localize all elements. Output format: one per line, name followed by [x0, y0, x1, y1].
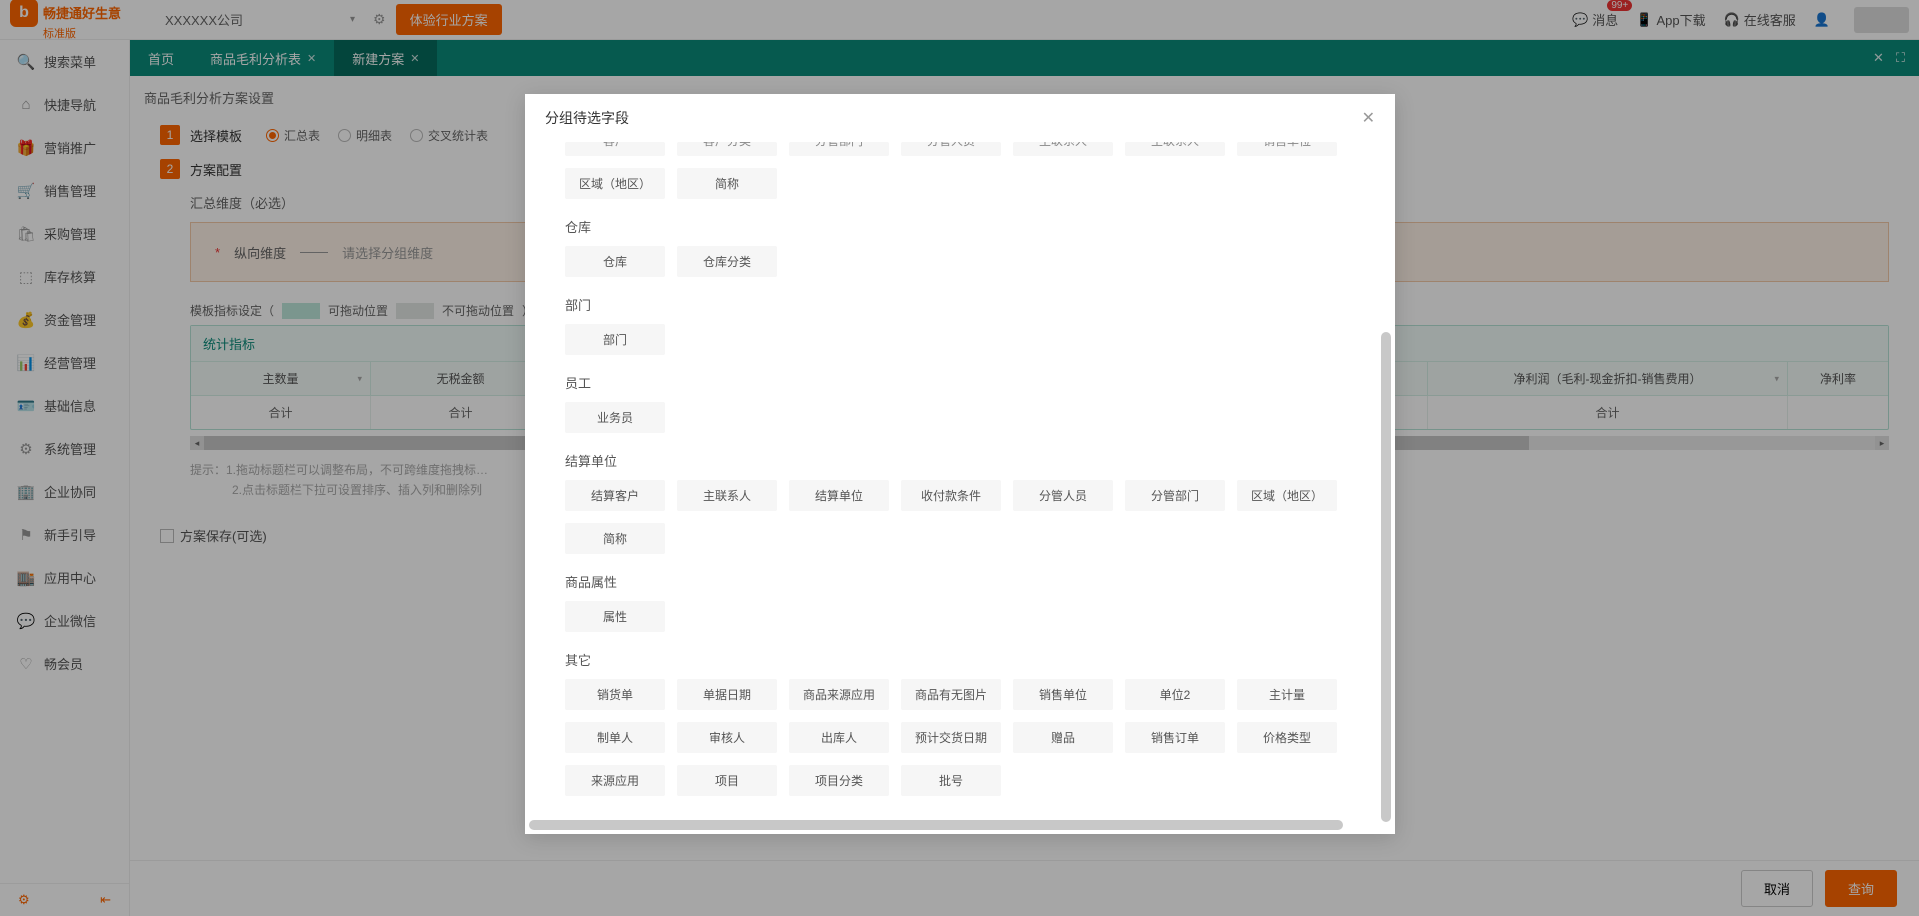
field-chip[interactable]: 部门 — [565, 324, 665, 355]
chip-row: 简称 — [565, 523, 1355, 554]
field-chip[interactable]: 销售单位 — [1237, 142, 1337, 156]
scrollbar-thumb[interactable] — [529, 820, 1343, 830]
group-field-modal: 分组待选字段 ✕ 客户 客户分类 分管部门 分管人员 主联系人 主联系人 销售单… — [525, 94, 1395, 834]
field-chip[interactable]: 简称 — [565, 523, 665, 554]
field-chip[interactable]: 出库人 — [789, 722, 889, 753]
field-chip[interactable]: 商品有无图片 — [901, 679, 1001, 710]
group-title: 部门 — [565, 295, 1355, 314]
chip-row: 属性 — [565, 601, 1355, 632]
field-chip[interactable]: 分管人员 — [901, 142, 1001, 156]
chip-row: 区域（地区） 简称 — [565, 168, 1355, 199]
field-chip[interactable]: 分管部门 — [789, 142, 889, 156]
group-title: 员工 — [565, 373, 1355, 392]
modal-h-scrollbar[interactable] — [529, 820, 1377, 830]
field-chip[interactable]: 主联系人 — [1125, 142, 1225, 156]
field-chip[interactable]: 商品来源应用 — [789, 679, 889, 710]
field-chip[interactable]: 主联系人 — [677, 480, 777, 511]
close-icon[interactable]: ✕ — [1362, 108, 1375, 128]
chip-row: 制单人 审核人 出库人 预计交货日期 赠品 销售订单 价格类型 — [565, 722, 1355, 753]
field-chip[interactable]: 项目 — [677, 765, 777, 796]
field-chip[interactable]: 单据日期 — [677, 679, 777, 710]
field-chip[interactable]: 制单人 — [565, 722, 665, 753]
group-title: 仓库 — [565, 217, 1355, 236]
field-chip[interactable]: 区域（地区） — [1237, 480, 1337, 511]
field-chip[interactable]: 业务员 — [565, 402, 665, 433]
group-title: 其它 — [565, 650, 1355, 669]
group-title: 商品属性 — [565, 572, 1355, 591]
field-chip[interactable]: 审核人 — [677, 722, 777, 753]
field-chip[interactable]: 分管部门 — [1125, 480, 1225, 511]
field-chip[interactable]: 属性 — [565, 601, 665, 632]
field-chip[interactable]: 项目分类 — [789, 765, 889, 796]
field-chip[interactable]: 简称 — [677, 168, 777, 199]
field-chip[interactable]: 销售单位 — [1013, 679, 1113, 710]
field-chip[interactable]: 结算客户 — [565, 480, 665, 511]
chip-row: 销货单 单据日期 商品来源应用 商品有无图片 销售单位 单位2 主计量 — [565, 679, 1355, 710]
field-chip[interactable]: 仓库分类 — [677, 246, 777, 277]
field-chip[interactable]: 仓库 — [565, 246, 665, 277]
field-chip[interactable]: 销货单 — [565, 679, 665, 710]
field-chip[interactable]: 收付款条件 — [901, 480, 1001, 511]
modal-title: 分组待选字段 — [545, 108, 629, 128]
field-chip[interactable]: 赠品 — [1013, 722, 1113, 753]
field-chip[interactable]: 结算单位 — [789, 480, 889, 511]
field-chip[interactable]: 客户 — [565, 142, 665, 156]
field-chip[interactable]: 销售订单 — [1125, 722, 1225, 753]
field-chip[interactable]: 区域（地区） — [565, 168, 665, 199]
group-title: 结算单位 — [565, 451, 1355, 470]
chip-row: 仓库 仓库分类 — [565, 246, 1355, 277]
chip-row: 业务员 — [565, 402, 1355, 433]
field-chip[interactable]: 预计交货日期 — [901, 722, 1001, 753]
chip-row-partial: 客户 客户分类 分管部门 分管人员 主联系人 主联系人 销售单位 — [565, 142, 1355, 156]
field-chip[interactable]: 主联系人 — [1013, 142, 1113, 156]
scrollbar-thumb[interactable] — [1381, 332, 1391, 822]
field-chip[interactable]: 客户分类 — [677, 142, 777, 156]
chip-row: 部门 — [565, 324, 1355, 355]
chip-row: 来源应用 项目 项目分类 批号 — [565, 765, 1355, 796]
field-chip[interactable]: 价格类型 — [1237, 722, 1337, 753]
field-chip[interactable]: 单位2 — [1125, 679, 1225, 710]
chip-row: 结算客户 主联系人 结算单位 收付款条件 分管人员 分管部门 区域（地区） — [565, 480, 1355, 511]
field-chip[interactable]: 批号 — [901, 765, 1001, 796]
field-chip[interactable]: 主计量 — [1237, 679, 1337, 710]
field-chip[interactable]: 来源应用 — [565, 765, 665, 796]
field-chip[interactable]: 分管人员 — [1013, 480, 1113, 511]
modal-v-scrollbar[interactable] — [1381, 142, 1391, 816]
